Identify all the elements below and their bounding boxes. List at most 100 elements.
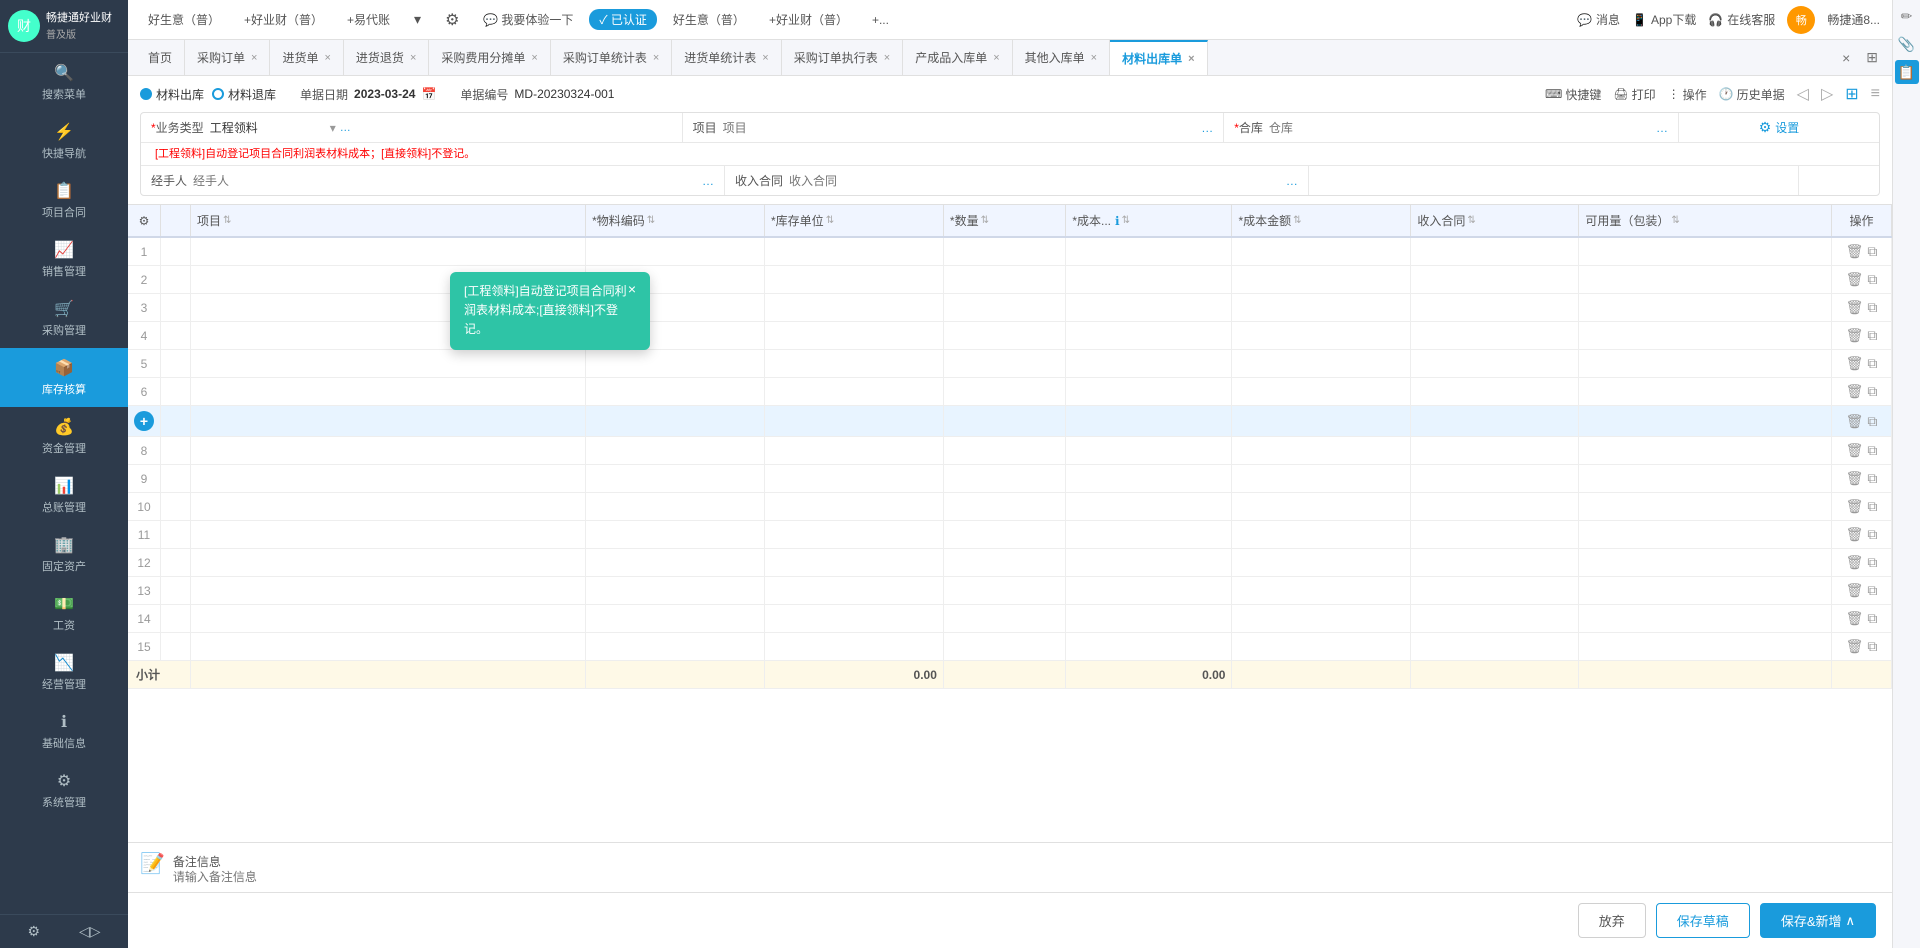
copy-row-btn[interactable]: ⧉ [1867,355,1877,372]
tooltip-close-btn[interactable]: × [628,282,636,296]
sidebar-item-basic[interactable]: ℹ 基础信息 [0,702,128,761]
topbar-good-finance[interactable]: +好业财（普） [236,7,331,32]
copy-row-btn[interactable]: ⧉ [1867,638,1877,655]
th-quantity[interactable]: *数量 ⇅ [943,205,1065,237]
close-icon[interactable]: × [993,52,999,64]
copy-row-btn[interactable]: ⧉ [1867,554,1877,571]
close-icon[interactable]: × [653,52,659,64]
delete-row-btn[interactable]: 🗑 [1846,526,1864,543]
delete-row-btn[interactable]: 🗑 [1846,413,1864,430]
save-new-button[interactable]: 保存&新增 ∧ [1760,903,1876,938]
th-cost-amount[interactable]: *成本金额 ⇅ [1232,205,1411,237]
list-view-icon[interactable]: ≡ [1871,85,1880,103]
th-settings[interactable]: ⚙ [128,205,161,237]
sidebar-item-finance[interactable]: 💰 资金管理 [0,407,128,466]
delete-row-btn[interactable]: 🗑 [1846,442,1864,459]
tab-purchase-order[interactable]: 采购订单 × [185,40,270,76]
delete-row-btn[interactable]: 🗑 [1846,610,1864,627]
dropdown-icon[interactable]: ▾ [330,121,336,135]
delete-row-btn[interactable]: 🗑 [1846,271,1864,288]
copy-row-btn[interactable]: ⧉ [1867,327,1877,344]
add-row-btn[interactable]: + [134,411,154,431]
shortcut-btn[interactable]: ⌨ 快捷键 [1545,86,1601,103]
close-icon[interactable]: × [324,52,330,64]
handler-dots-btn[interactable]: … [702,174,714,188]
delete-row-btn[interactable]: 🗑 [1846,554,1864,571]
active-cell-2[interactable] [191,406,586,437]
delete-row-btn[interactable]: 🗑 [1846,638,1864,655]
close-icon[interactable]: × [1188,53,1194,65]
right-panel-active-icon[interactable]: 📋 [1895,60,1919,84]
tab-incoming-stats[interactable]: 进货单统计表 × [672,40,781,76]
topbar-settings-icon[interactable]: ⚙ [437,6,467,34]
copy-row-btn[interactable]: ⧉ [1867,243,1877,260]
tab-order-exec[interactable]: 采购订单执行表 × [782,40,903,76]
th-income-contract[interactable]: 收入合同 ⇅ [1411,205,1579,237]
sidebar-item-purchase[interactable]: 🛒 采购管理 [0,289,128,348]
handler-input[interactable] [193,174,698,188]
topbar-easy-account[interactable]: +易代账 [339,7,398,32]
close-icon[interactable]: × [531,52,537,64]
copy-row-btn[interactable]: ⧉ [1867,413,1877,430]
delete-row-btn[interactable]: 🗑 [1846,582,1864,599]
sidebar-item-search[interactable]: 🔍 搜索菜单 [0,53,128,112]
close-icon[interactable]: × [762,52,768,64]
copy-row-btn[interactable]: ⧉ [1867,271,1877,288]
date-value[interactable]: 2023-03-24 [354,87,415,101]
copy-row-btn[interactable]: ⧉ [1867,470,1877,487]
sidebar-item-assets[interactable]: 🏢 固定资产 [0,525,128,584]
nav-right-icon[interactable]: ▷ [1821,84,1833,104]
sidebar-item-system[interactable]: ⚙ 系统管理 [0,761,128,820]
topbar-good-business[interactable]: 好生意（普） [140,7,228,32]
close-icon[interactable]: × [1091,52,1097,64]
tab-purchase-fee[interactable]: 采购费用分摊单 × [429,40,550,76]
grid-view-icon[interactable]: ⊞ [1845,84,1858,104]
history-btn[interactable]: 🕐 历史单据 [1719,86,1785,103]
cell-input-code[interactable] [197,414,579,428]
nav-left-icon[interactable]: ◁ [1797,84,1809,104]
warehouse-input[interactable] [1269,121,1652,135]
project-dots-btn[interactable]: … [1201,121,1213,135]
notes-input[interactable] [173,870,328,884]
app-download-btn[interactable]: 📱 App下载 [1632,11,1696,28]
copy-row-btn[interactable]: ⧉ [1867,610,1877,627]
cell-input-project[interactable] [167,414,184,428]
delete-row-btn[interactable]: 🗑 [1846,383,1864,400]
sidebar-item-sales[interactable]: 📈 销售管理 [0,230,128,289]
copy-row-btn[interactable]: ⧉ [1867,299,1877,316]
copy-row-btn[interactable]: ⧉ [1867,442,1877,459]
copy-row-btn[interactable]: ⧉ [1867,383,1877,400]
sidebar-item-inventory[interactable]: 📦 库存核算 [0,348,128,407]
delete-row-btn[interactable]: 🗑 [1846,299,1864,316]
tabbar-close-btn[interactable]: × [1836,48,1856,68]
th-material-code[interactable]: *物料编码 ⇅ [586,205,765,237]
income-contract-dots-btn[interactable]: … [1286,174,1298,188]
tab-incoming[interactable]: 进货单 × [270,40,343,76]
tabbar-grid-icon[interactable]: ⊞ [1860,47,1884,68]
copy-row-btn[interactable]: ⧉ [1867,582,1877,599]
active-cell-1[interactable] [161,406,191,437]
th-available[interactable]: 可用量（包装） ⇅ [1579,205,1832,237]
topbar-certified[interactable]: ✓ 已认证 [589,9,657,30]
delete-row-btn[interactable]: 🗑 [1846,498,1864,515]
sidebar-item-salary[interactable]: 💵 工资 [0,584,128,643]
business-type-input[interactable] [210,121,330,135]
th-cost-price[interactable]: *成本... ℹ ⇅ [1066,205,1232,237]
delete-row-btn[interactable]: 🗑 [1846,327,1864,344]
topbar-dropdown-btn[interactable]: ▾ [406,7,429,32]
tab-incoming-return[interactable]: 进货退货 × [344,40,429,76]
topbar-business2[interactable]: 好生意（普） [665,7,753,32]
tab-other-in[interactable]: 其他入库单 × [1013,40,1110,76]
sidebar-item-management[interactable]: 📉 经营管理 [0,643,128,702]
delete-row-btn[interactable]: 🗑 [1846,470,1864,487]
income-contract-input[interactable] [789,174,1282,188]
delete-row-btn[interactable]: 🗑 [1846,355,1864,372]
message-btn[interactable]: 💬 消息 [1577,11,1620,28]
right-panel-edit-icon[interactable]: ✏ [1895,4,1919,28]
sidebar-item-quick[interactable]: ⚡ 快捷导航 [0,112,128,171]
copy-row-btn[interactable]: ⧉ [1867,526,1877,543]
topbar-finance2[interactable]: +好业财（普） [761,7,856,32]
operation-btn[interactable]: ⋮ 操作 [1668,86,1707,103]
radio-material-out[interactable]: 材料出库 [140,86,204,103]
discard-button[interactable]: 放弃 [1578,903,1646,938]
